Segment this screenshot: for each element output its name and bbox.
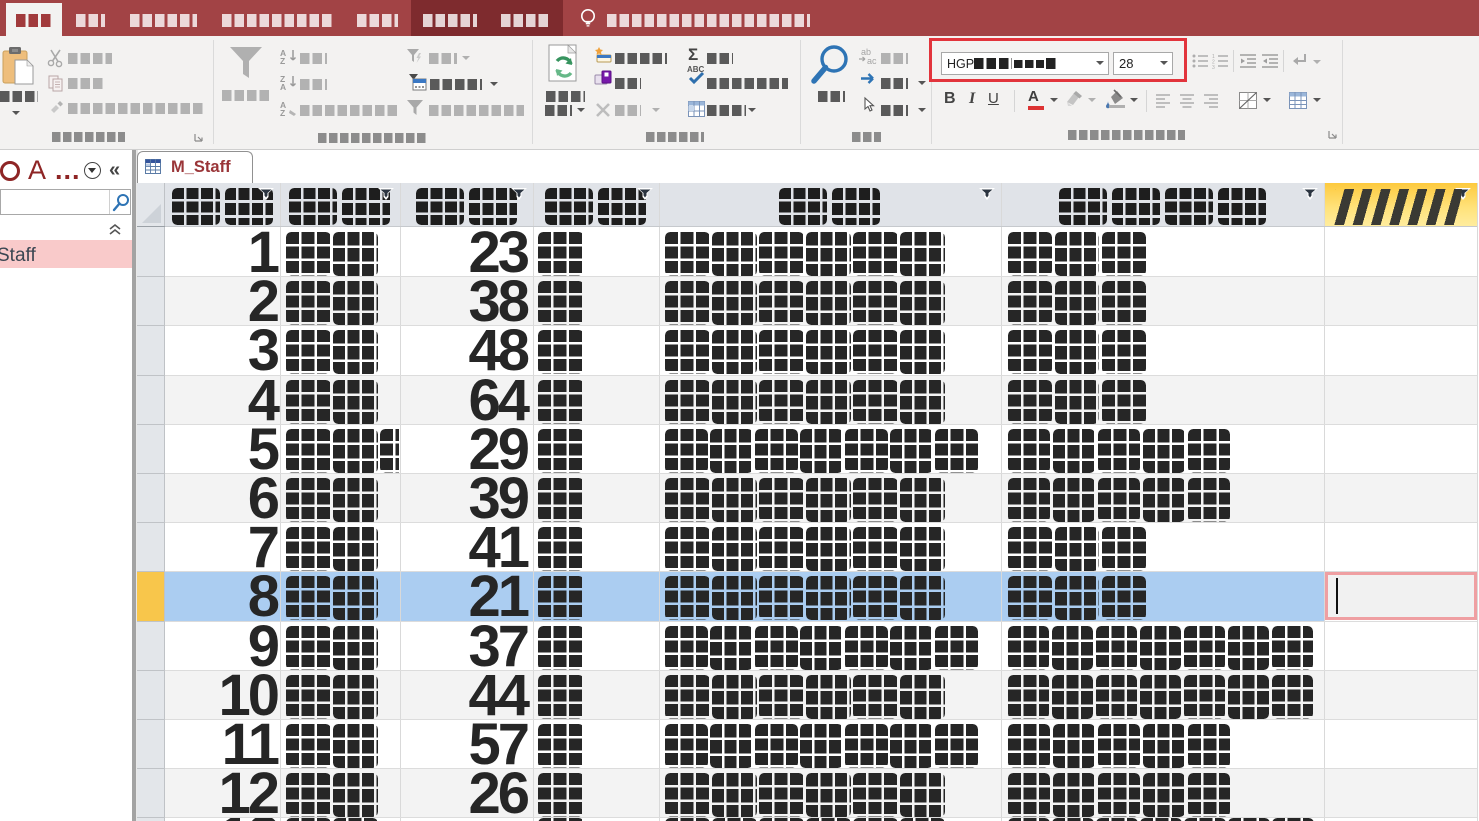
svg-text:Z: Z [280, 56, 285, 66]
svg-text:A: A [280, 82, 286, 92]
svg-text:Z: Z [280, 108, 285, 118]
svg-text:ac: ac [867, 56, 877, 66]
svg-text:3: 3 [1212, 65, 1215, 71]
